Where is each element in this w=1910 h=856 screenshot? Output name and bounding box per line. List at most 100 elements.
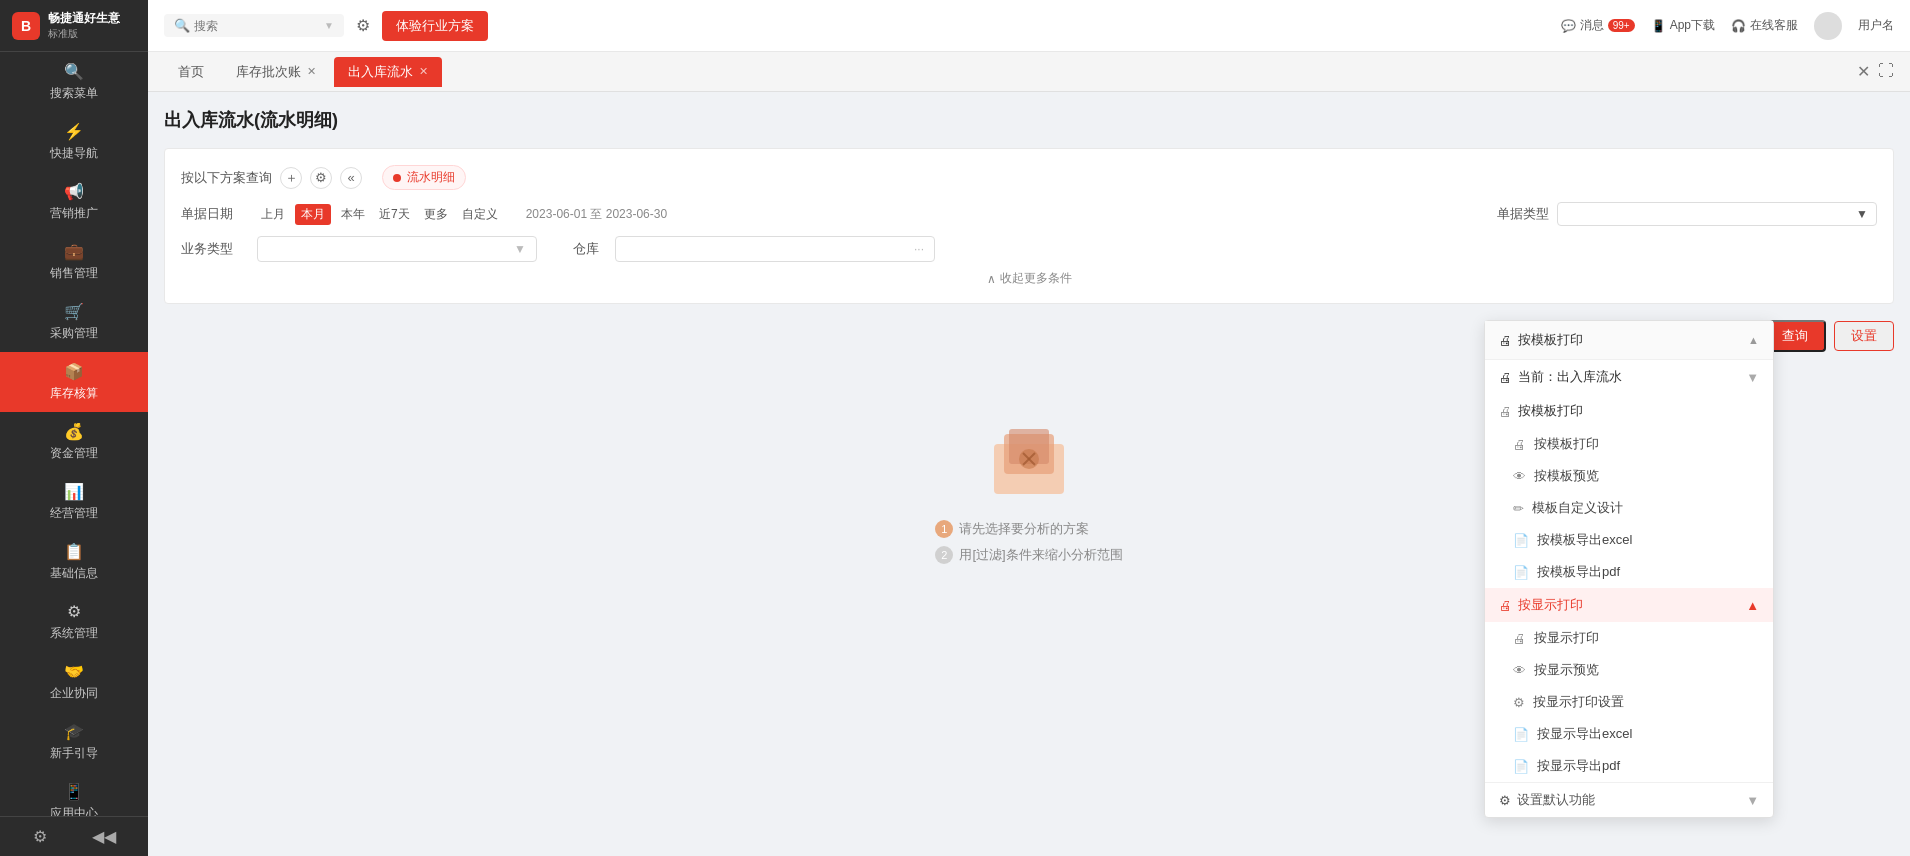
sidebar-item-search[interactable]: 🔍 搜索菜单 (0, 52, 148, 112)
collapse-filter-btn[interactable]: ∧ 收起更多条件 (181, 270, 1877, 287)
display-excel-icon: 📄 (1513, 727, 1529, 742)
notification-badge: 99+ (1608, 19, 1635, 32)
tab-home[interactable]: 首页 (164, 57, 218, 87)
dropdown-template-pdf[interactable]: 📄 按模板导出pdf (1485, 556, 1773, 588)
settings-btn[interactable]: 设置 (1834, 321, 1894, 351)
doc-type-label: 单据类型 (1497, 205, 1549, 223)
sidebar-item-marketing[interactable]: 📢 营销推广 (0, 172, 148, 232)
sidebar-item-apps[interactable]: 📱 应用中心 (0, 772, 148, 816)
dropdown-display-print[interactable]: 🖨 按显示打印 (1485, 622, 1773, 654)
coop-icon: 🤝 (64, 662, 84, 681)
collapse-sidebar-btn[interactable]: ◀◀ (92, 827, 116, 846)
date-shortcut-more[interactable]: 更多 (420, 204, 452, 225)
date-shortcut-7days[interactable]: 近7天 (375, 204, 414, 225)
dropdown-template-preview[interactable]: 👁 按模板预览 (1485, 460, 1773, 492)
dropdown-template-print[interactable]: 🖨 按模板打印 (1485, 428, 1773, 460)
operation-icon: 📊 (64, 482, 84, 501)
basic-icon: 📋 (64, 542, 84, 561)
sidebar-item-basic[interactable]: 📋 基础信息 (0, 532, 148, 592)
search-magnify-icon: 🔍 (174, 18, 190, 33)
sidebar-item-shortcut[interactable]: ⚡ 快捷导航 (0, 112, 148, 172)
filter-date-row: 单据日期 上月 本月 本年 近7天 更多 自定义 2023-06-01 至 20… (181, 202, 1877, 226)
apps-icon: 📱 (64, 782, 84, 801)
template-section-icon: 🖨 (1499, 404, 1512, 419)
marketing-icon: 📢 (64, 182, 84, 201)
dropdown-display-settings[interactable]: ⚙ 按显示打印设置 (1485, 686, 1773, 718)
avatar[interactable] (1814, 12, 1842, 40)
user-name: 用户名 (1858, 17, 1894, 34)
date-shortcut-this-year[interactable]: 本年 (337, 204, 369, 225)
sidebar-item-inventory[interactable]: 📦 库存核算 (0, 352, 148, 412)
notification-btn[interactable]: 💬 消息 99+ (1561, 17, 1635, 34)
tab-bar: 首页 库存批次账 ✕ 出入库流水 ✕ ✕ ⛶ (148, 52, 1910, 92)
hint-item-2: 2 用[过滤]条件来缩小分析范围 (935, 546, 1122, 564)
logo-text: 畅捷通好生意 标准版 (48, 11, 120, 40)
dropdown-footer-settings[interactable]: ⚙ 设置默认功能 ▼ (1485, 782, 1773, 817)
sidebar-item-guide[interactable]: 🎓 新手引导 (0, 712, 148, 772)
search-icon: 🔍 (64, 62, 84, 81)
date-range: 2023-06-01 至 2023-06-30 (526, 206, 667, 223)
filter-settings-btn[interactable]: ⚙ (310, 167, 332, 189)
tab-flow[interactable]: 出入库流水 ✕ (334, 57, 442, 87)
doc-type-select[interactable]: ▼ (1557, 202, 1877, 226)
header-search-box[interactable]: 🔍 ▼ (164, 14, 344, 37)
template-excel-icon: 📄 (1513, 533, 1529, 548)
purchase-icon: 🛒 (64, 302, 84, 321)
date-shortcut-custom[interactable]: 自定义 (458, 204, 502, 225)
content-area: 出入库流水(流水明细) 按以下方案查询 ＋ ⚙ « 流水明细 单据日期 (148, 92, 1910, 856)
display-section-header[interactable]: 🖨 按显示打印 ▲ (1485, 588, 1773, 622)
header-right: 💬 消息 99+ 📱 App下载 🎧 在线客服 用户名 (1561, 12, 1894, 40)
tab-flow-close[interactable]: ✕ (419, 65, 428, 78)
date-label: 单据日期 (181, 205, 241, 223)
tab-batch[interactable]: 库存批次账 ✕ (222, 57, 330, 87)
page-title: 出入库流水(流水明细) (164, 108, 1894, 132)
tag-dot (393, 174, 401, 182)
app-download-btn[interactable]: 📱 App下载 (1651, 17, 1715, 34)
filter-add-btn[interactable]: ＋ (280, 167, 302, 189)
date-shortcuts: 上月 本月 本年 近7天 更多 自定义 (257, 204, 502, 225)
search-input[interactable] (194, 19, 324, 33)
settings-bottom-btn[interactable]: ⚙ (33, 827, 47, 846)
online-service-btn[interactable]: 🎧 在线客服 (1731, 17, 1798, 34)
biz-type-select[interactable]: ▼ (257, 236, 537, 262)
print-dropdown-panel: 🖨 按模板打印 ▲ 🖨 当前：出入库流水 ▼ 🖨 (1484, 320, 1774, 818)
tab-batch-close[interactable]: ✕ (307, 65, 316, 78)
logo-icon: B (12, 12, 40, 40)
sidebar: B 畅捷通好生意 标准版 🔍 搜索菜单 ⚡ 快捷导航 📢 营销推广 💼 销售管理… (0, 0, 148, 856)
sidebar-item-operation[interactable]: 📊 经营管理 (0, 472, 148, 532)
dropdown-display-preview[interactable]: 👁 按显示预览 (1485, 654, 1773, 686)
sidebar-item-coop[interactable]: 🤝 企业协同 (0, 652, 148, 712)
dropdown-display-pdf[interactable]: 📄 按显示导出pdf (1485, 750, 1773, 782)
filter-collapse-btn[interactable]: « (340, 167, 362, 189)
sidebar-item-finance[interactable]: 💰 资金管理 (0, 412, 148, 472)
filter-tag[interactable]: 流水明细 (382, 165, 466, 190)
dropdown-up-chevron[interactable]: ▲ (1748, 334, 1759, 346)
inventory-icon: 📦 (64, 362, 84, 381)
doc-type-filter: 单据类型 ▼ (1497, 202, 1877, 226)
dropdown-display-excel[interactable]: 📄 按显示导出excel (1485, 718, 1773, 750)
filter-panel: 按以下方案查询 ＋ ⚙ « 流水明细 单据日期 上月 本月 本年 (164, 148, 1894, 304)
tab-expand-icon[interactable]: ⛶ (1878, 62, 1894, 81)
sidebar-item-sales[interactable]: 💼 销售管理 (0, 232, 148, 292)
sidebar-item-system[interactable]: ⚙ 系统管理 (0, 592, 148, 652)
dropdown-current-item[interactable]: 🖨 当前：出入库流水 ▼ (1485, 360, 1773, 394)
tab-close-all-icon[interactable]: ✕ (1857, 62, 1870, 81)
filter-title: 按以下方案查询 (181, 169, 272, 187)
biz-type-chevron: ▼ (514, 242, 526, 256)
template-preview-icon: 👁 (1513, 469, 1526, 484)
industry-btn[interactable]: 体验行业方案 (382, 11, 488, 41)
hint-num-2: 2 (935, 546, 953, 564)
sidebar-item-purchase[interactable]: 🛒 采购管理 (0, 292, 148, 352)
dropdown-template-custom[interactable]: ✏ 模板自定义设计 (1485, 492, 1773, 524)
logo-area: B 畅捷通好生意 标准版 (0, 0, 148, 52)
headset-icon: 🎧 (1731, 19, 1746, 33)
sidebar-bottom: ⚙ ◀◀ (0, 816, 148, 856)
template-section-header[interactable]: 🖨 按模板打印 (1485, 394, 1773, 428)
biz-type-label: 业务类型 (181, 240, 241, 258)
header-gear-icon[interactable]: ⚙ (356, 16, 370, 35)
warehouse-select[interactable]: ··· (615, 236, 935, 262)
hint-text-1: 请先选择要分析的方案 (959, 520, 1089, 538)
date-shortcut-this-month[interactable]: 本月 (295, 204, 331, 225)
date-shortcut-last-month[interactable]: 上月 (257, 204, 289, 225)
dropdown-template-excel[interactable]: 📄 按模板导出excel (1485, 524, 1773, 556)
